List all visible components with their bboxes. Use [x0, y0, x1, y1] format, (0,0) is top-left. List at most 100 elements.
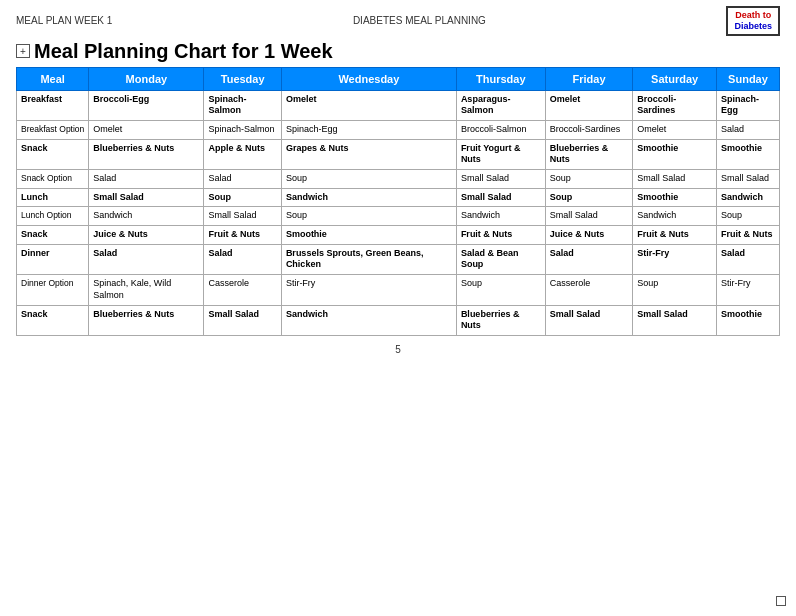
table-cell: Salad	[545, 244, 633, 274]
table-cell: Spinach-Egg	[281, 120, 456, 139]
col-header-saturday: Saturday	[633, 67, 717, 90]
table-cell: Omelet	[89, 120, 204, 139]
table-cell: Blueberries & Nuts	[89, 305, 204, 335]
table-cell: Blueberries & Nuts	[89, 139, 204, 169]
table-cell: Soup	[204, 188, 281, 207]
table-cell: Asparagus-Salmon	[456, 90, 545, 120]
meal-label: Snack	[17, 305, 89, 335]
meal-label: Snack	[17, 139, 89, 169]
table-cell: Small Salad	[716, 170, 779, 189]
logo-line2: Diabetes	[734, 21, 772, 32]
table-cell: Small Salad	[545, 207, 633, 226]
table-cell: Grapes & Nuts	[281, 139, 456, 169]
table-cell: Spinach-Salmon	[204, 90, 281, 120]
table-cell: Fruit Yogurt & Nuts	[456, 139, 545, 169]
table-cell: Broccoli-Sardines	[633, 90, 717, 120]
col-header-wednesday: Wednesday	[281, 67, 456, 90]
table-cell: Sandwich	[716, 188, 779, 207]
table-cell: Sandwich	[89, 207, 204, 226]
table-cell: Soup	[633, 275, 717, 305]
table-cell: Salad	[716, 244, 779, 274]
table-cell: Stir-Fry	[633, 244, 717, 274]
table-cell: Sandwich	[633, 207, 717, 226]
table-cell: Soup	[716, 207, 779, 226]
table-row: Dinner OptionSpinach, Kale, Wild SalmonC…	[17, 275, 780, 305]
meal-label: Breakfast	[17, 90, 89, 120]
table-cell: Omelet	[633, 120, 717, 139]
table-cell: Soup	[456, 275, 545, 305]
table-cell: Salad	[89, 244, 204, 274]
table-cell: Casserole	[204, 275, 281, 305]
table-row: DinnerSaladSaladBrussels Sprouts, Green …	[17, 244, 780, 274]
table-cell: Fruit & Nuts	[633, 226, 717, 245]
table-row: Breakfast OptionOmeletSpinach-SalmonSpin…	[17, 120, 780, 139]
table-cell: Smoothie	[716, 305, 779, 335]
table-cell: Salad	[204, 170, 281, 189]
corner-box	[776, 596, 786, 606]
table-cell: Salad & Bean Soup	[456, 244, 545, 274]
col-header-monday: Monday	[89, 67, 204, 90]
col-header-friday: Friday	[545, 67, 633, 90]
table-cell: Fruit & Nuts	[456, 226, 545, 245]
table-cell: Small Salad	[633, 170, 717, 189]
header-left: MEAL PLAN WEEK 1	[16, 15, 112, 26]
table-cell: Smoothie	[633, 139, 717, 169]
table-cell: Juice & Nuts	[89, 226, 204, 245]
meal-label-sub: Lunch Option	[17, 207, 89, 226]
table-row: BreakfastBroccoli-EggSpinach-SalmonOmele…	[17, 90, 780, 120]
table-row: Snack OptionSaladSaladSoupSmall SaladSou…	[17, 170, 780, 189]
table-cell: Fruit & Nuts	[716, 226, 779, 245]
logo-line1: Death to	[734, 10, 772, 21]
col-header-sunday: Sunday	[716, 67, 779, 90]
table-cell: Broccoli-Salmon	[456, 120, 545, 139]
main-content: + Meal Planning Chart for 1 Week MealMon…	[0, 40, 796, 340]
table-row: SnackJuice & NutsFruit & NutsSmoothieFru…	[17, 226, 780, 245]
table-cell: Soup	[281, 207, 456, 226]
table-cell: Small Salad	[204, 305, 281, 335]
table-cell: Juice & Nuts	[545, 226, 633, 245]
table-header-row: MealMondayTuesdayWednesdayThursdayFriday…	[17, 67, 780, 90]
meal-label: Snack	[17, 226, 89, 245]
table-cell: Salad	[716, 120, 779, 139]
meal-label: Dinner	[17, 244, 89, 274]
meal-label-sub: Dinner Option	[17, 275, 89, 305]
meal-label-sub: Breakfast Option	[17, 120, 89, 139]
table-cell: Small Salad	[456, 170, 545, 189]
meal-label: Lunch	[17, 188, 89, 207]
table-cell: Casserole	[545, 275, 633, 305]
table-cell: Fruit & Nuts	[204, 226, 281, 245]
table-cell: Soup	[281, 170, 456, 189]
table-cell: Soup	[545, 170, 633, 189]
table-cell: Brussels Sprouts, Green Beans, Chicken	[281, 244, 456, 274]
table-cell: Apple & Nuts	[204, 139, 281, 169]
page-title: Meal Planning Chart for 1 Week	[34, 40, 333, 63]
table-cell: Sandwich	[281, 305, 456, 335]
title-row: + Meal Planning Chart for 1 Week	[16, 40, 780, 63]
table-cell: Small Salad	[89, 188, 204, 207]
table-cell: Stir-Fry	[716, 275, 779, 305]
table-cell: Spinach-Salmon	[204, 120, 281, 139]
table-cell: Spinach, Kale, Wild Salmon	[89, 275, 204, 305]
table-cell: Small Salad	[545, 305, 633, 335]
table-cell: Omelet	[281, 90, 456, 120]
table-cell: Spinach-Egg	[716, 90, 779, 120]
table-row: LunchSmall SaladSoupSandwichSmall SaladS…	[17, 188, 780, 207]
table-cell: Stir-Fry	[281, 275, 456, 305]
table-cell: Blueberries & Nuts	[545, 139, 633, 169]
page-footer: 5	[0, 340, 796, 359]
page-header: MEAL PLAN WEEK 1 DIABETES MEAL PLANNING …	[0, 0, 796, 40]
table-cell: Smoothie	[633, 188, 717, 207]
table-cell: Small Salad	[204, 207, 281, 226]
table-row: Lunch OptionSandwichSmall SaladSoupSandw…	[17, 207, 780, 226]
col-header-thursday: Thursday	[456, 67, 545, 90]
table-cell: Broccoli-Sardines	[545, 120, 633, 139]
plus-button[interactable]: +	[16, 44, 30, 58]
table-cell: Smoothie	[281, 226, 456, 245]
table-cell: Small Salad	[633, 305, 717, 335]
table-cell: Omelet	[545, 90, 633, 120]
table-cell: Sandwich	[281, 188, 456, 207]
page-number: 5	[395, 344, 401, 355]
meal-plan-table: MealMondayTuesdayWednesdayThursdayFriday…	[16, 67, 780, 336]
table-cell: Small Salad	[456, 188, 545, 207]
meal-label-sub: Snack Option	[17, 170, 89, 189]
